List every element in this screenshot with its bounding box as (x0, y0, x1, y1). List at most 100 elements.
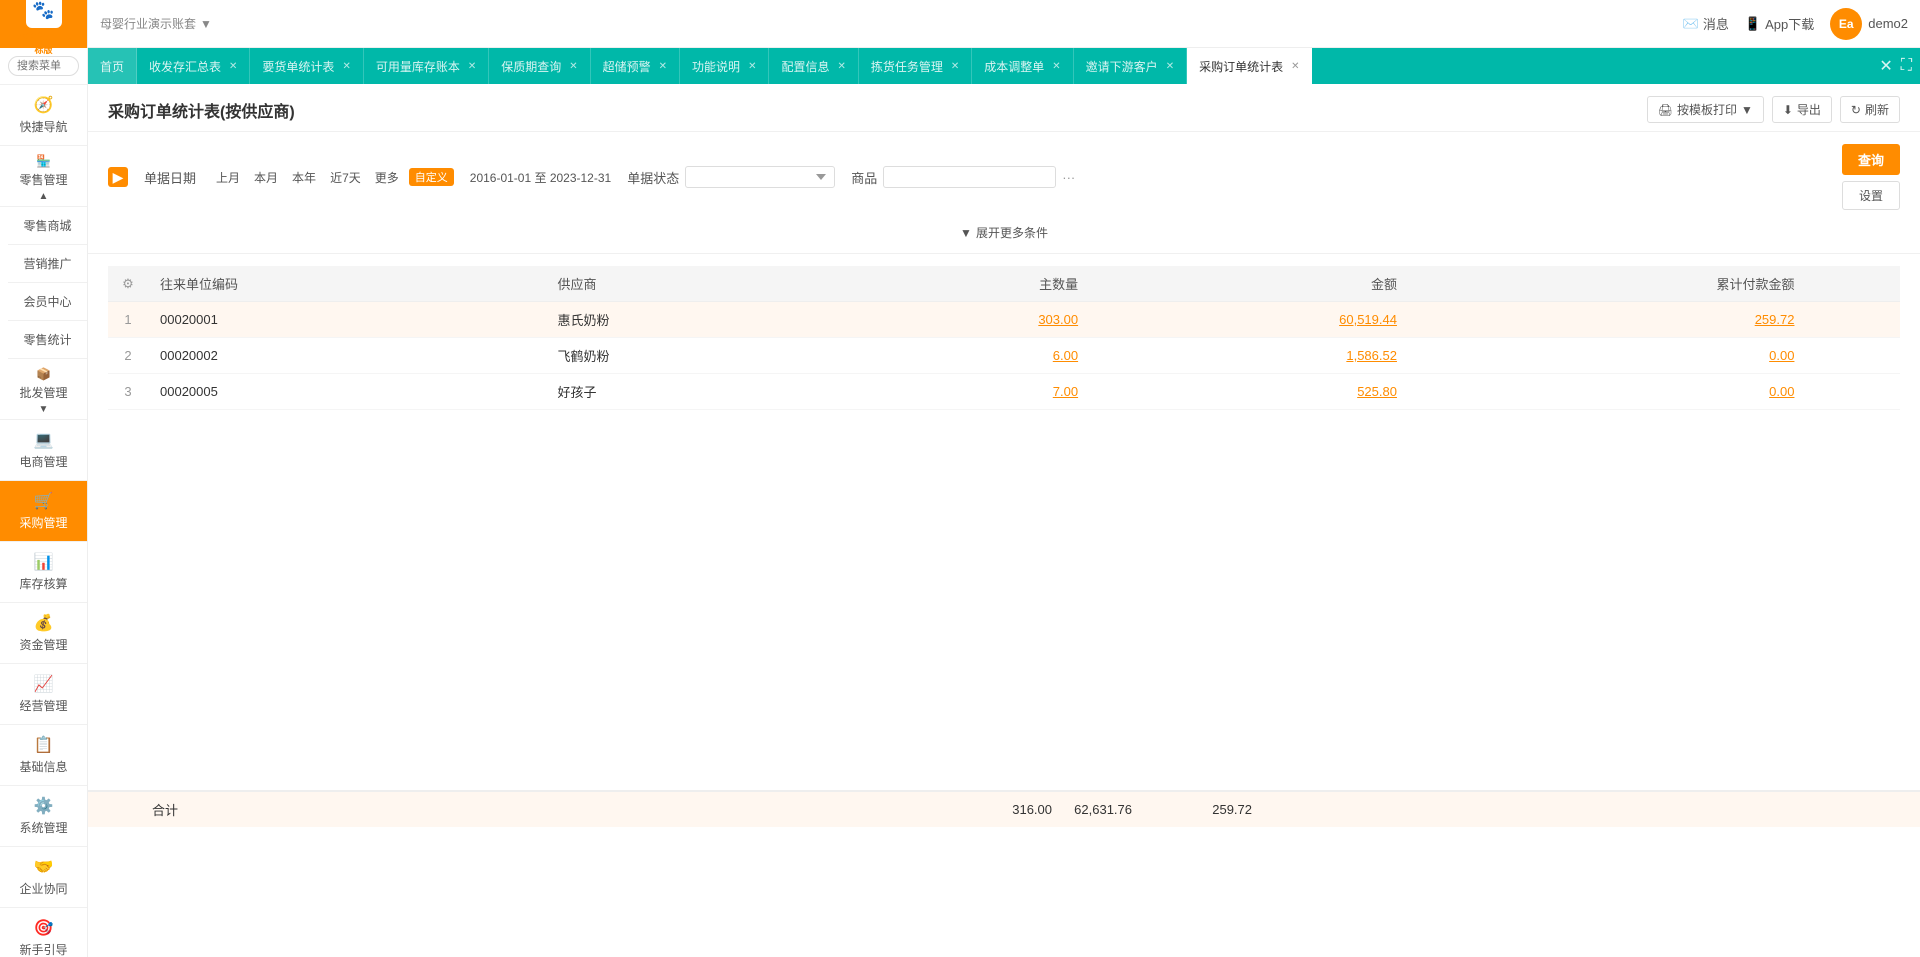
sidebar-item-member[interactable]: 会员中心 (8, 283, 87, 321)
tab-overstock[interactable]: 超储预警 ✕ (591, 48, 680, 84)
close-icon[interactable]: ✕ (1166, 61, 1174, 72)
shortcut-more[interactable]: 更多 (371, 168, 403, 187)
sidebar-item-label: 零售统计 (23, 331, 71, 348)
workspace-selector[interactable]: 母婴行业演示账套 ▼ (100, 15, 212, 32)
goods-more-icon[interactable]: ··· (1062, 170, 1075, 185)
amount-link[interactable]: 1,586.52 (1346, 348, 1397, 363)
tab-available-stock[interactable]: 可用量库存账本 ✕ (364, 48, 489, 84)
tab-order-stats[interactable]: 要货单统计表 ✕ (250, 48, 363, 84)
logo-image: 🐾 (26, 0, 62, 28)
template-print-button[interactable]: 🖨 按模板打印 ▼ (1647, 96, 1764, 123)
paid-link[interactable]: 0.00 (1769, 348, 1794, 363)
wholesale-icon: 📦 (36, 367, 51, 381)
tab-expiry[interactable]: 保质期查询 ✕ (489, 48, 590, 84)
sidebar-item-basic-info[interactable]: 📋 基础信息 (0, 725, 87, 786)
sidebar-item-retail-stats[interactable]: 零售统计 (8, 321, 87, 359)
sidebar-item-retail-mgmt[interactable]: 🏪 零售管理 ▲ (0, 146, 87, 207)
spacer (88, 410, 1920, 790)
close-icon[interactable]: ✕ (951, 61, 959, 72)
table-wrapper: ⚙ 往来单位编码 供应商 主数量 金额 累计付款金额 1 (88, 266, 1920, 410)
row-supplier: 惠氏奶粉 (545, 302, 841, 338)
table-row: 3 00020005 好孩子 7.00 525.80 0.00 (108, 374, 1900, 410)
sidebar-item-label: 营销推广 (23, 255, 71, 272)
qty-link[interactable]: 303.00 (1038, 312, 1078, 327)
tab-label: 邀请下游客户 (1086, 58, 1158, 75)
btn-label: 刷新 (1865, 101, 1889, 118)
search-input[interactable] (8, 56, 79, 76)
app-download-btn[interactable]: 📱 App下载 (1745, 14, 1814, 33)
filter-toggle-button[interactable]: ▶ (108, 167, 128, 187)
sidebar-item-label: 系统管理 (19, 819, 67, 836)
close-icon[interactable]: ✕ (468, 61, 476, 72)
status-select[interactable] (685, 166, 835, 188)
tabbar-actions: ✕ ⛶ (1871, 56, 1920, 76)
table-header-row: ⚙ 往来单位编码 供应商 主数量 金额 累计付款金额 (108, 266, 1900, 302)
refresh-button[interactable]: ↻ 刷新 (1840, 96, 1900, 123)
custom-date-badge[interactable]: 自定义 (409, 168, 454, 186)
sidebar: 🐾 畅捷通好生意 标版 🧭 快捷导航 🏪 零售管理 ▲ 零售商城 营销推广 会员… (0, 0, 88, 957)
goods-input[interactable] (883, 166, 1056, 188)
row-code: 00020002 (148, 338, 545, 374)
amount-link[interactable]: 525.80 (1357, 384, 1397, 399)
user-menu[interactable]: Ea demo2 (1830, 8, 1908, 40)
dropdown-icon: ▼ (200, 17, 212, 31)
settings-button[interactable]: 设置 (1842, 181, 1900, 210)
close-icon[interactable]: ✕ (748, 61, 756, 72)
close-all-icon[interactable]: ✕ (1879, 56, 1892, 76)
tab-receive-send[interactable]: 收发存汇总表 ✕ (137, 48, 250, 84)
sidebar-item-operations[interactable]: 📈 经营管理 (0, 664, 87, 725)
sidebar-item-collab[interactable]: 🤝 企业协同 (0, 847, 87, 908)
status-label: 单据状态 (627, 168, 679, 187)
summary-label: 合计 (148, 800, 348, 819)
sidebar-item-guide[interactable]: 🎯 新手引导 (0, 908, 87, 957)
sidebar-item-marketing[interactable]: 营销推广 (8, 245, 87, 283)
tab-home[interactable]: 首页 (88, 48, 137, 84)
message-btn[interactable]: ✉️ 消息 (1683, 14, 1729, 33)
close-icon[interactable]: ✕ (569, 61, 577, 72)
tab-config[interactable]: 配置信息 ✕ (769, 48, 858, 84)
paid-link[interactable]: 259.72 (1755, 312, 1795, 327)
shortcut-7-days[interactable]: 近7天 (326, 168, 365, 187)
tab-purchase-stats[interactable]: 采购订单统计表 ✕ (1187, 48, 1312, 84)
sidebar-item-purchase[interactable]: 🛒 采购管理 (0, 481, 87, 542)
export-icon: ⬇ (1783, 103, 1793, 117)
sidebar-item-retail-mall[interactable]: 零售商城 (8, 207, 87, 245)
column-settings-icon[interactable]: ⚙ (122, 276, 134, 291)
tab-label: 功能说明 (692, 58, 740, 75)
tab-cost-adjust[interactable]: 成本调整单 ✕ (972, 48, 1073, 84)
shortcut-this-month[interactable]: 本月 (250, 168, 282, 187)
maximize-icon[interactable]: ⛶ (1901, 57, 1912, 75)
close-icon[interactable]: ✕ (229, 61, 237, 72)
close-icon[interactable]: ✕ (1052, 61, 1060, 72)
close-icon[interactable]: ✕ (1291, 61, 1299, 72)
tab-picking[interactable]: 拣货任务管理 ✕ (859, 48, 972, 84)
sidebar-item-finance[interactable]: 💰 资金管理 (0, 603, 87, 664)
query-button[interactable]: 查询 (1842, 144, 1900, 175)
export-button[interactable]: ⬇ 导出 (1772, 96, 1832, 123)
close-icon[interactable]: ✕ (659, 61, 667, 72)
paid-link[interactable]: 0.00 (1769, 384, 1794, 399)
qty-link[interactable]: 7.00 (1053, 384, 1078, 399)
shortcut-this-year[interactable]: 本年 (288, 168, 320, 187)
sidebar-item-quicknav[interactable]: 🧭 快捷导航 (0, 85, 87, 146)
tab-invite-downstream[interactable]: 邀请下游客户 ✕ (1074, 48, 1187, 84)
qty-link[interactable]: 6.00 (1053, 348, 1078, 363)
shortcut-last-month[interactable]: 上月 (212, 168, 244, 187)
amount-link[interactable]: 60,519.44 (1339, 312, 1397, 327)
sidebar-item-wholesale[interactable]: 📦 批发管理 ▼ (0, 359, 87, 420)
btn-label: 按模板打印 (1677, 101, 1737, 118)
topbar: 母婴行业演示账套 ▼ ✉️ 消息 📱 App下载 Ea demo2 (88, 0, 1920, 48)
sidebar-item-ecommerce[interactable]: 💻 电商管理 (0, 420, 87, 481)
app-logo: 🐾 畅捷通好生意 标版 (0, 0, 87, 48)
message-label: 消息 (1703, 14, 1729, 33)
sidebar-item-system[interactable]: ⚙️ 系统管理 (0, 786, 87, 847)
sidebar-item-inventory[interactable]: 📊 库存核算 (0, 542, 87, 603)
row-amount: 60,519.44 (1090, 302, 1409, 338)
close-icon[interactable]: ✕ (342, 61, 350, 72)
row-extra (1806, 338, 1900, 374)
tab-features[interactable]: 功能说明 ✕ (680, 48, 769, 84)
username: demo2 (1868, 16, 1908, 31)
expand-more-button[interactable]: ▼ 展开更多条件 (960, 218, 1048, 241)
sidebar-item-label: 快捷导航 (19, 118, 67, 135)
close-icon[interactable]: ✕ (837, 61, 845, 72)
